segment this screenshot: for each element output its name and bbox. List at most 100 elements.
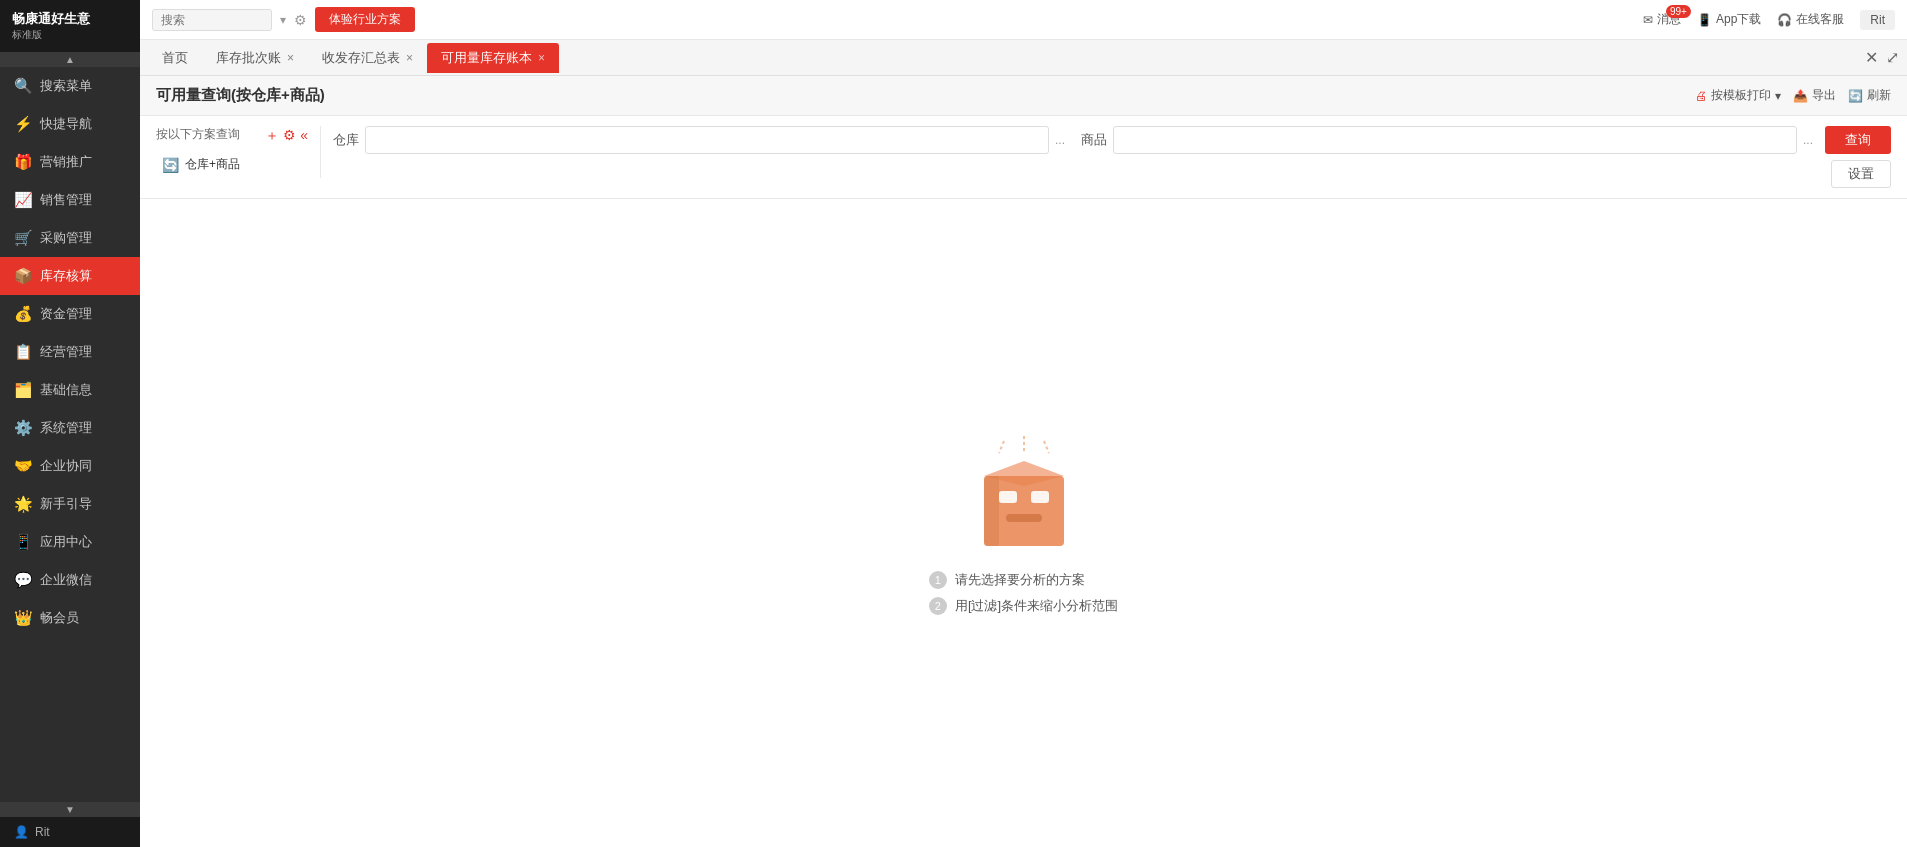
sidebar-item-finance[interactable]: 💰 资金管理 [0, 295, 140, 333]
tab-available-stock[interactable]: 可用量库存账本 × [427, 43, 559, 73]
scheme-item-warehouse-goods[interactable]: 🔄 仓库+商品 [156, 151, 308, 178]
app-icon: 📱 [1697, 13, 1712, 27]
message-button[interactable]: ✉ 消息 99+ [1643, 11, 1681, 28]
query-buttons: 查询 设置 [1825, 126, 1891, 188]
sidebar-item-label-newbie: 新手引导 [40, 495, 92, 513]
marketing-icon: 🎁 [14, 153, 32, 171]
tab-expand-button[interactable]: ⤢ [1886, 48, 1899, 67]
tab-stock-summary[interactable]: 收发存汇总表 × [308, 43, 427, 73]
member-icon: 👑 [14, 609, 32, 627]
sidebar-item-basic[interactable]: 🗂️ 基础信息 [0, 371, 140, 409]
sidebar-item-inventory[interactable]: 📦 库存核算 [0, 257, 140, 295]
dropdown-icon[interactable]: ▾ [280, 13, 286, 27]
sidebar-item-purchase[interactable]: 🛒 采购管理 [0, 219, 140, 257]
sidebar-item-label-member: 畅会员 [40, 609, 79, 627]
gear-icon[interactable]: ⚙ [294, 12, 307, 28]
service-icon: 🎧 [1777, 13, 1792, 27]
sidebar-item-label-system: 系统管理 [40, 419, 92, 437]
warehouse-more-button[interactable]: ... [1055, 133, 1065, 147]
sidebar-item-marketing[interactable]: 🎁 营销推广 [0, 143, 140, 181]
app-label: App下载 [1716, 11, 1761, 28]
goods-input[interactable] [1113, 126, 1797, 154]
collapse-scheme-button[interactable]: « [300, 128, 308, 142]
page-header: 可用量查询(按仓库+商品) 🖨 按模板打印 ▾ 📤 导出 🔄 刷新 [140, 76, 1907, 116]
sidebar-user-label: Rit [35, 825, 50, 839]
sidebar-item-quicknav[interactable]: ⚡ 快捷导航 [0, 105, 140, 143]
refresh-label: 刷新 [1867, 87, 1891, 104]
print-icon: 🖨 [1695, 89, 1707, 103]
page-content: 可用量查询(按仓库+商品) 🖨 按模板打印 ▾ 📤 导出 🔄 刷新 [140, 76, 1907, 847]
svg-rect-5 [999, 491, 1017, 503]
apps-icon: 📱 [14, 533, 32, 551]
export-button[interactable]: 📤 导出 [1793, 87, 1836, 104]
brand-sub: 标准版 [12, 28, 42, 42]
trial-button[interactable]: 体验行业方案 [315, 7, 415, 32]
sidebar-item-operations[interactable]: 📋 经营管理 [0, 333, 140, 371]
inventory-icon: 📦 [14, 267, 32, 285]
page-title: 可用量查询(按仓库+商品) [156, 86, 325, 105]
operations-icon: 📋 [14, 343, 32, 361]
system-icon: ⚙️ [14, 419, 32, 437]
tip-num-1: 1 [929, 571, 947, 589]
svg-line-1 [999, 441, 1004, 453]
topbar: ▾ ⚙ 体验行业方案 ✉ 消息 99+ 📱 App下载 🎧 在线客服 Rit [140, 0, 1907, 40]
refresh-button[interactable]: 🔄 刷新 [1848, 87, 1891, 104]
enterprise-icon: 🤝 [14, 457, 32, 475]
sidebar-item-newbie[interactable]: 🌟 新手引导 [0, 485, 140, 523]
sidebar-bottom-user[interactable]: 👤 Rit [0, 817, 140, 847]
schemes-actions: ＋ ⚙ « [265, 128, 308, 142]
quicknav-icon: ⚡ [14, 115, 32, 133]
sidebar-item-label-marketing: 营销推广 [40, 153, 92, 171]
settings-scheme-button[interactable]: ⚙ [283, 128, 296, 142]
goods-more-button[interactable]: ... [1803, 133, 1813, 147]
user-menu-button[interactable]: Rit [1860, 10, 1895, 30]
sidebar-item-label-search: 搜索菜单 [40, 77, 92, 95]
warehouse-label: 仓库 [333, 131, 359, 149]
print-dropdown-icon[interactable]: ▾ [1775, 89, 1781, 103]
warehouse-field-group: 仓库 ... [333, 126, 1065, 154]
sidebar-item-enterprise[interactable]: 🤝 企业协同 [0, 447, 140, 485]
online-service-button[interactable]: 🎧 在线客服 [1777, 11, 1844, 28]
tab-inventory-batch-close[interactable]: × [287, 51, 294, 65]
sidebar-item-sales[interactable]: 📈 销售管理 [0, 181, 140, 219]
query-schemes: 按以下方案查询 ＋ ⚙ « 🔄 仓库+商品 [156, 126, 321, 178]
sidebar-item-apps[interactable]: 📱 应用中心 [0, 523, 140, 561]
sidebar-item-wechat[interactable]: 💬 企业微信 [0, 561, 140, 599]
sidebar-item-label-purchase: 采购管理 [40, 229, 92, 247]
sidebar-nav: 🔍 搜索菜单⚡ 快捷导航🎁 营销推广📈 销售管理🛒 采购管理📦 库存核算💰 资金… [0, 67, 140, 802]
tab-available-stock-close[interactable]: × [538, 51, 545, 65]
search-input[interactable] [152, 9, 272, 31]
tip-text-1: 请先选择要分析的方案 [955, 571, 1085, 589]
sidebar-item-label-inventory: 库存核算 [40, 267, 92, 285]
sidebar-item-label-sales: 销售管理 [40, 191, 92, 209]
sidebar-item-search[interactable]: 🔍 搜索菜单 [0, 67, 140, 105]
tab-home-label: 首页 [162, 49, 188, 67]
query-fields: 仓库 ... 商品 ... [333, 126, 1813, 154]
sidebar-scroll-down[interactable]: ▼ [0, 802, 140, 817]
print-button[interactable]: 🖨 按模板打印 ▾ [1695, 87, 1781, 104]
schemes-label: 按以下方案查询 [156, 126, 240, 143]
tabs-bar: 首页 库存批次账 × 收发存汇总表 × 可用量库存账本 × ✕ ⤢ [140, 40, 1907, 76]
topbar-right: ✉ 消息 99+ 📱 App下载 🎧 在线客服 Rit [1643, 10, 1895, 30]
empty-tips: 1 请先选择要分析的方案 2 用[过滤]条件来缩小分析范围 [929, 571, 1118, 615]
column-settings-button[interactable]: 设置 [1831, 160, 1891, 188]
goods-label: 商品 [1081, 131, 1107, 149]
warehouse-input[interactable] [365, 126, 1049, 154]
add-scheme-button[interactable]: ＋ [265, 128, 279, 142]
tab-stock-summary-label: 收发存汇总表 [322, 49, 400, 67]
sidebar-item-member[interactable]: 👑 畅会员 [0, 599, 140, 637]
tab-stock-summary-close[interactable]: × [406, 51, 413, 65]
tab-home[interactable]: 首页 [148, 43, 202, 73]
empty-tip-2: 2 用[过滤]条件来缩小分析范围 [929, 597, 1118, 615]
sidebar-scroll-up[interactable]: ▲ [0, 52, 140, 67]
tab-close-button[interactable]: ✕ [1865, 48, 1878, 67]
query-schemes-header: 按以下方案查询 ＋ ⚙ « [156, 126, 308, 143]
print-label: 按模板打印 [1711, 87, 1771, 104]
query-button[interactable]: 查询 [1825, 126, 1891, 154]
tab-inventory-batch-label: 库存批次账 [216, 49, 281, 67]
app-download-button[interactable]: 📱 App下载 [1697, 11, 1761, 28]
brand-name: 畅康通好生意 [12, 10, 90, 28]
user-avatar-icon: 👤 [14, 825, 29, 839]
tab-inventory-batch[interactable]: 库存批次账 × [202, 43, 308, 73]
sidebar-item-system[interactable]: ⚙️ 系统管理 [0, 409, 140, 447]
